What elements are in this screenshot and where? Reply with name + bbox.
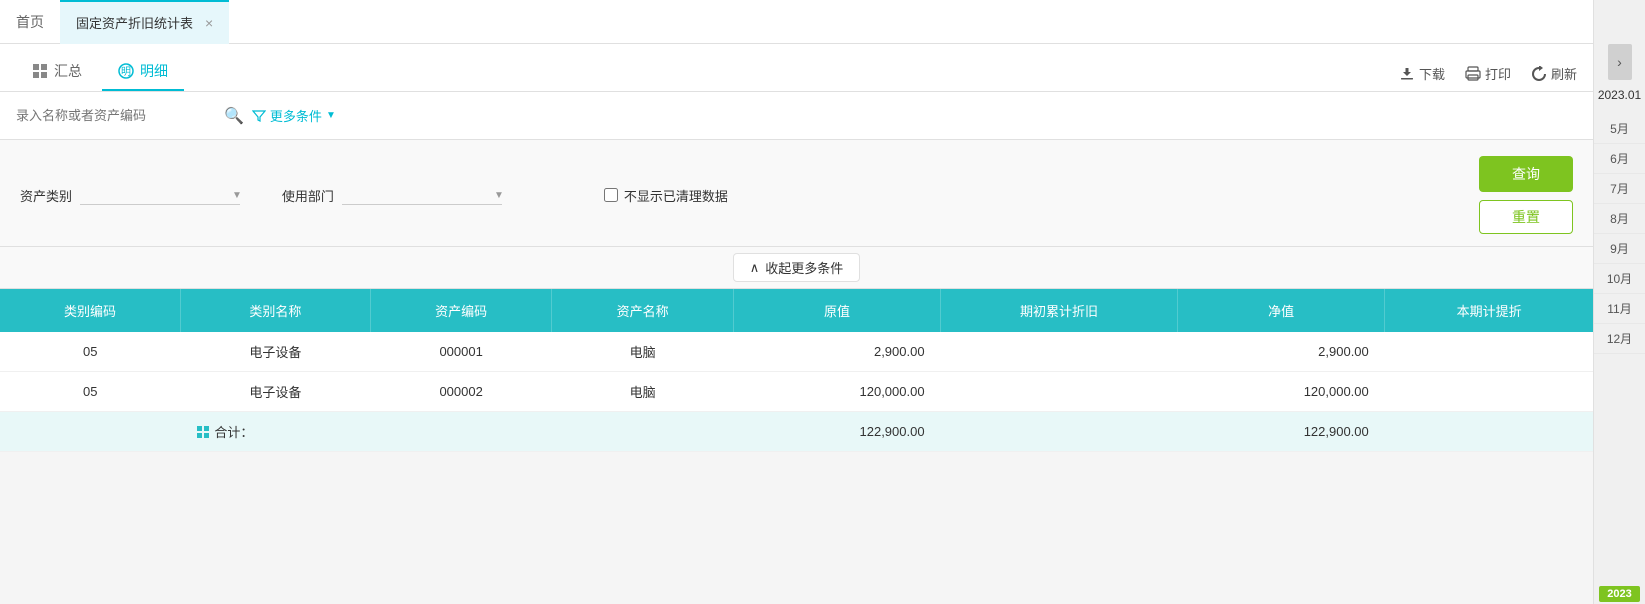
col-category-code: 类别编码 [0, 289, 180, 332]
sidebar-month-item[interactable]: 12月 [1594, 324, 1645, 354]
sub-tabs-bar: 汇总 明 明细 下载 打印 刷新 [0, 44, 1593, 92]
collapse-button[interactable]: ∧ 收起更多条件 [733, 253, 861, 282]
data-table: 类别编码 类别名称 资产编码 资产名称 原值 期初累计折旧 净值 本期计提折 0… [0, 289, 1593, 452]
svg-text:明: 明 [121, 66, 131, 78]
asset-type-arrow: ▼ [232, 190, 242, 201]
col-asset-name: 资产名称 [552, 289, 733, 332]
toolbar-right: 下载 打印 刷新 [1399, 64, 1577, 91]
asset-type-label: 资产类别 [20, 186, 72, 205]
table-row: 05 电子设备 000002 电脑 120,000.00 120,000.00 [0, 372, 1593, 412]
tab-title: 固定资产折旧统计表 [76, 13, 193, 32]
chevron-up-icon: ∧ [750, 260, 760, 276]
chevron-down-icon: ▼ [326, 110, 336, 121]
refresh-icon [1531, 66, 1547, 82]
data-table-container: 类别编码 类别名称 资产编码 资产名称 原值 期初累计折旧 净值 本期计提折 0… [0, 289, 1593, 452]
hide-cleared-label: 不显示已清理数据 [624, 186, 728, 205]
table-body: 05 电子设备 000001 电脑 2,900.00 2,900.00 05 电… [0, 332, 1593, 452]
table-total-row: 合计： 122,900.00 122,900.00 [0, 412, 1593, 452]
sidebar-month-item[interactable]: 11月 [1594, 294, 1645, 324]
department-arrow: ▼ [494, 190, 504, 201]
more-filter-button[interactable]: 更多条件 ▼ [252, 106, 336, 125]
col-asset-code: 资产编码 [370, 289, 551, 332]
reset-button[interactable]: 重置 [1479, 200, 1573, 234]
detail-tab-label: 明细 [140, 61, 168, 81]
sidebar-month-item[interactable]: 10月 [1594, 264, 1645, 294]
department-label: 使用部门 [282, 186, 334, 205]
filter-icon [252, 109, 266, 123]
tab-detail[interactable]: 明 明细 [102, 53, 184, 91]
filter-row: 资产类别 ▼ 使用部门 ▼ 不显示已清理数据 查询 重置 [20, 156, 1573, 234]
collapse-label: 收起更多条件 [765, 258, 843, 277]
hide-cleared-checkbox[interactable] [604, 188, 618, 202]
query-button[interactable]: 查询 [1479, 156, 1573, 192]
tab-close-button[interactable]: × [205, 15, 213, 31]
download-button[interactable]: 下载 [1399, 64, 1445, 83]
sidebar-month-item[interactable]: 5月 [1594, 114, 1645, 144]
asset-type-field: 资产类别 ▼ [20, 185, 242, 205]
sidebar-month-item[interactable]: 8月 [1594, 204, 1645, 234]
right-sidebar: › 2023.01 5月6月7月8月9月10月11月12月 2023 [1593, 0, 1645, 604]
asset-type-select[interactable] [80, 185, 240, 205]
department-select[interactable] [342, 185, 502, 205]
download-icon [1399, 66, 1415, 82]
main-content: 汇总 明 明细 下载 打印 刷新 [0, 44, 1593, 452]
top-nav: 首页 固定资产折旧统计表 × ✕ [0, 0, 1645, 44]
col-accum-depreciation: 期初累计折旧 [941, 289, 1178, 332]
col-net-value: 净值 [1178, 289, 1385, 332]
collapse-bar: ∧ 收起更多条件 [0, 247, 1593, 289]
tab-summary[interactable]: 汇总 [16, 53, 98, 91]
year-badge[interactable]: 2023 [1599, 586, 1639, 602]
summary-tab-label: 汇总 [54, 61, 82, 81]
sidebar-month-item[interactable]: 9月 [1594, 234, 1645, 264]
col-category-name: 类别名称 [180, 289, 370, 332]
table-header-row: 类别编码 类别名称 资产编码 资产名称 原值 期初累计折旧 净值 本期计提折 [0, 289, 1593, 332]
sidebar-month-item[interactable]: 7月 [1594, 174, 1645, 204]
active-tab: 固定资产折旧统计表 × [60, 0, 229, 44]
col-original-value: 原值 [733, 289, 940, 332]
search-icon[interactable]: 🔍 [224, 106, 244, 126]
print-icon [1465, 66, 1481, 82]
sidebar-month-item[interactable]: 6月 [1594, 144, 1645, 174]
sidebar-months: 5月6月7月8月9月10月11月12月 [1594, 114, 1645, 354]
summary-icon [32, 63, 48, 79]
date-display: 2023.01 [1586, 84, 1645, 106]
print-button[interactable]: 打印 [1465, 64, 1511, 83]
refresh-button[interactable]: 刷新 [1531, 64, 1577, 83]
home-link[interactable]: 首页 [16, 12, 60, 32]
hide-cleared-field: 不显示已清理数据 [604, 186, 728, 205]
sidebar-expand-button[interactable]: › [1608, 44, 1632, 80]
filter-label: 更多条件 [270, 106, 322, 125]
filter-area: 资产类别 ▼ 使用部门 ▼ 不显示已清理数据 查询 重置 [0, 140, 1593, 247]
sub-tabs-left: 汇总 明 明细 [16, 44, 184, 91]
col-current-depreciation: 本期计提折 [1385, 289, 1593, 332]
search-input[interactable] [16, 108, 216, 123]
department-field: 使用部门 ▼ [282, 185, 504, 205]
table-row: 05 电子设备 000001 电脑 2,900.00 2,900.00 [0, 332, 1593, 372]
detail-icon: 明 [118, 63, 134, 79]
search-bar: 🔍 更多条件 ▼ [0, 92, 1593, 140]
filter-buttons: 查询 重置 [1479, 156, 1573, 234]
